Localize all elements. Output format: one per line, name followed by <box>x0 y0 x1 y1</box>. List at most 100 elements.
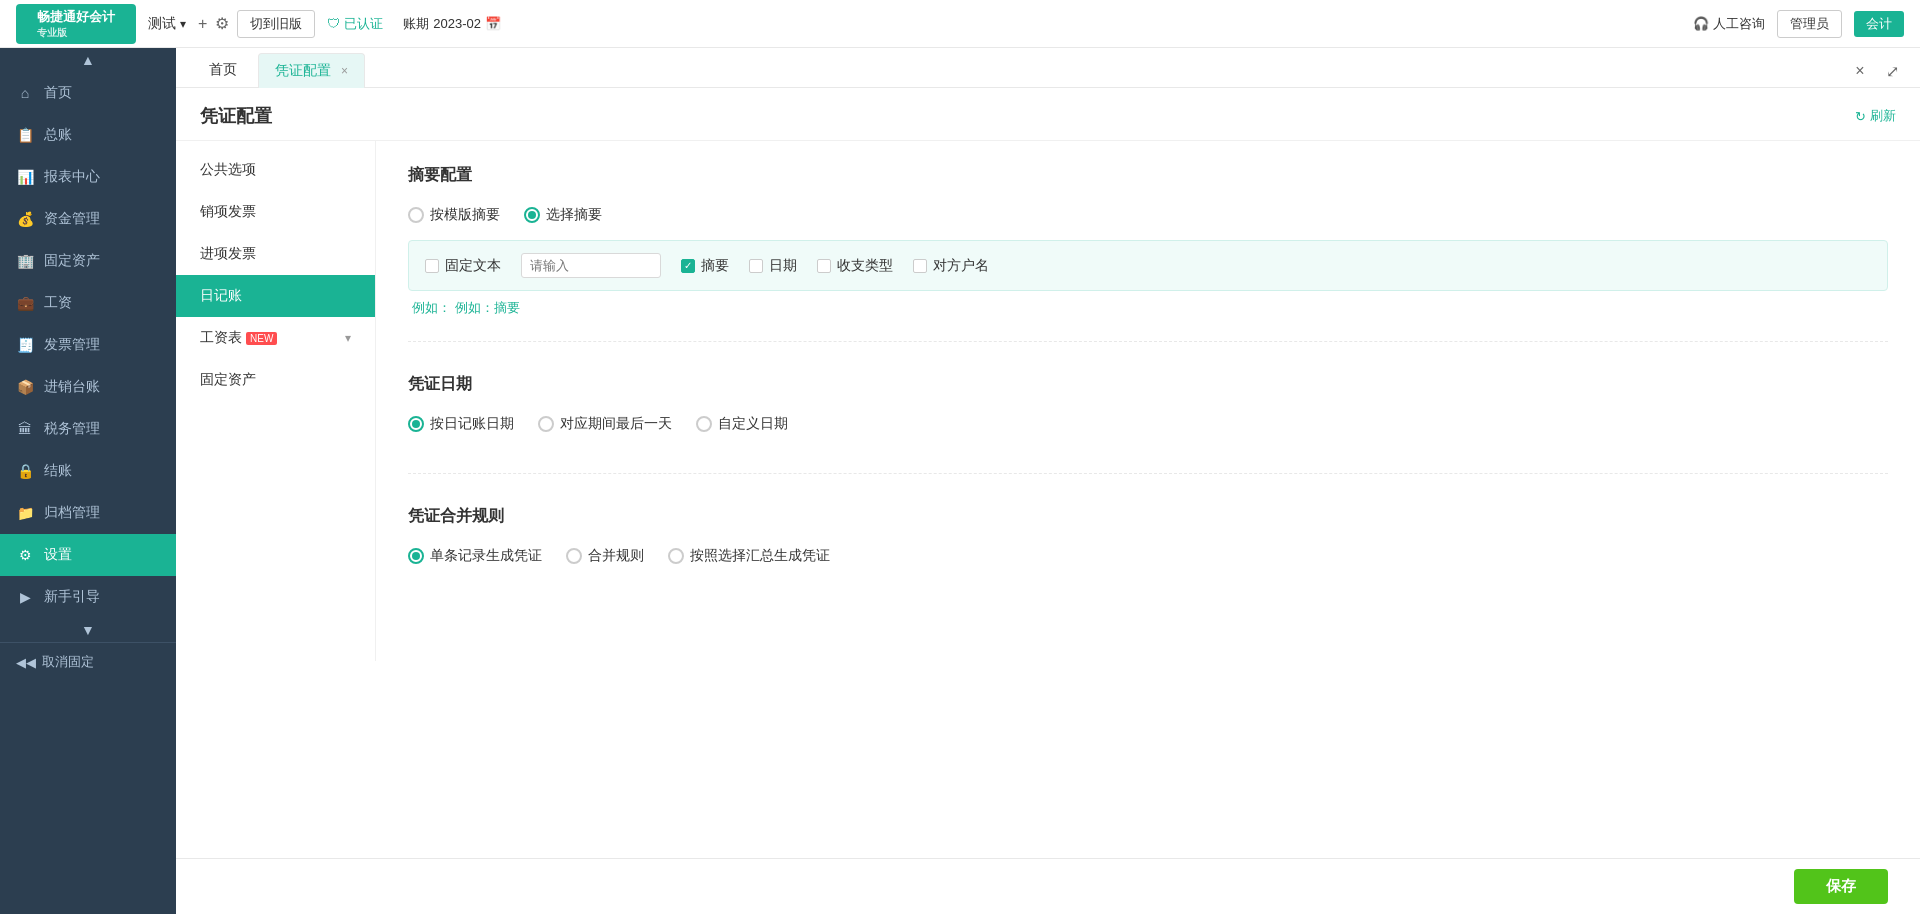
left-nav-item-purchase-invoice[interactable]: 进项发票 <box>176 233 375 275</box>
checkbox-summary-box: ✓ <box>681 259 695 273</box>
checkbox-summary[interactable]: ✓ 摘要 <box>681 257 729 275</box>
sidebar-item-label: 结账 <box>44 462 72 480</box>
radio-select-circle <box>524 207 540 223</box>
fixed-text-input[interactable] <box>521 253 661 278</box>
sidebar-item-label: 总账 <box>44 126 72 144</box>
radio-single-label: 单条记录生成凭证 <box>430 547 542 565</box>
sidebar-item-salary[interactable]: 💼 工资 <box>0 282 176 324</box>
sidebar-scroll-down[interactable]: ▼ <box>0 618 176 642</box>
tab-home[interactable]: 首页 <box>192 52 254 87</box>
project-selector[interactable]: 测试 ▾ <box>148 15 186 33</box>
window-close-button[interactable]: × <box>1848 59 1872 83</box>
role-button[interactable]: 会计 <box>1854 11 1904 37</box>
sidebar-item-ledger[interactable]: 📋 总账 <box>0 114 176 156</box>
page-inner: 凭证配置 ↻ 刷新 公共选项 销项发票 进项发票 日记账 <box>176 88 1920 858</box>
period-text: 账期 <box>403 15 429 33</box>
sidebar-item-archive[interactable]: 📁 归档管理 <box>0 492 176 534</box>
topbar-right: 🎧 人工咨询 管理员 会计 <box>1693 10 1904 38</box>
left-nav-item-public[interactable]: 公共选项 <box>176 149 375 191</box>
logo-line2: 专业版 <box>37 26 115 40</box>
radio-select-merge-label: 按照选择汇总生成凭证 <box>690 547 830 565</box>
example-text: 例如： 例如：摘要 <box>408 299 1888 317</box>
calendar-icon[interactable]: 📅 <box>485 16 501 31</box>
sidebar-item-label: 固定资产 <box>44 252 100 270</box>
service-label: 人工咨询 <box>1713 15 1765 33</box>
radio-single-circle <box>408 548 424 564</box>
checkbox-date-box <box>749 259 763 273</box>
radio-merge-rule-label: 合并规则 <box>588 547 644 565</box>
refresh-icon: ↻ <box>1855 109 1866 124</box>
sidebar-item-assets[interactable]: 🏢 固定资产 <box>0 240 176 282</box>
sidebar-item-label: 报表中心 <box>44 168 100 186</box>
sidebar-item-guide[interactable]: ▶ 新手引导 <box>0 576 176 618</box>
left-nav-item-payroll[interactable]: 工资表NEW ▾ <box>176 317 375 359</box>
sales-icon: 📦 <box>16 378 34 396</box>
sidebar-item-close[interactable]: 🔒 结账 <box>0 450 176 492</box>
sidebar-item-home[interactable]: ⌂ 首页 <box>0 72 176 114</box>
sidebar-item-label: 归档管理 <box>44 504 100 522</box>
settings-icon[interactable]: ⚙ <box>215 14 229 33</box>
cancel-fixed-button[interactable]: ◀◀ 取消固定 <box>0 642 176 681</box>
checkbox-fixed-text-label: 固定文本 <box>445 257 501 275</box>
save-button[interactable]: 保存 <box>1794 869 1888 904</box>
sidebar-item-tax[interactable]: 🏛 税务管理 <box>0 408 176 450</box>
reports-icon: 📊 <box>16 168 34 186</box>
left-nav-item-sales-invoice[interactable]: 销项发票 <box>176 191 375 233</box>
radio-merge-rule[interactable]: 合并规则 <box>566 547 644 565</box>
checkbox-counterpart-box <box>913 259 927 273</box>
project-name: 测试 <box>148 15 176 33</box>
payroll-row: 工资表NEW ▾ <box>200 329 351 347</box>
add-icon[interactable]: + <box>198 15 207 33</box>
certified-badge: 🛡 已认证 <box>327 15 383 33</box>
bottom-bar: 保存 <box>176 858 1920 914</box>
page-content: 凭证配置 ↻ 刷新 公共选项 销项发票 进项发票 日记账 <box>176 88 1920 858</box>
radio-journal-date[interactable]: 按日记账日期 <box>408 415 514 433</box>
ledger-icon: 📋 <box>16 126 34 144</box>
sidebar-item-reports[interactable]: 📊 报表中心 <box>0 156 176 198</box>
page-wrapper: 凭证配置 ↻ 刷新 公共选项 销项发票 进项发票 日记账 <box>176 88 1920 914</box>
tab-voucher-label: 凭证配置 <box>275 62 331 78</box>
checkbox-counterpart-label: 对方户名 <box>933 257 989 275</box>
service-button[interactable]: 🎧 人工咨询 <box>1693 15 1765 33</box>
sidebar-scroll-up[interactable]: ▲ <box>0 48 176 72</box>
user-button[interactable]: 管理员 <box>1777 10 1842 38</box>
fullscreen-button[interactable]: ⤢ <box>1880 59 1904 83</box>
radio-custom-date-label: 自定义日期 <box>718 415 788 433</box>
sidebar-item-invoice[interactable]: 🧾 发票管理 <box>0 324 176 366</box>
refresh-button[interactable]: ↻ 刷新 <box>1855 107 1896 125</box>
checkbox-income-type-label: 收支类型 <box>837 257 893 275</box>
period-display: 账期 2023-02 📅 <box>403 15 501 33</box>
checkbox-income-type[interactable]: 收支类型 <box>817 257 893 275</box>
switch-version-button[interactable]: 切到旧版 <box>237 10 315 38</box>
tab-home-label: 首页 <box>209 61 237 77</box>
sidebar-item-label: 税务管理 <box>44 420 100 438</box>
checkbox-counterpart[interactable]: 对方户名 <box>913 257 989 275</box>
radio-select-merge[interactable]: 按照选择汇总生成凭证 <box>668 547 830 565</box>
radio-single[interactable]: 单条记录生成凭证 <box>408 547 542 565</box>
left-nav-item-fixed-assets[interactable]: 固定资产 <box>176 359 375 401</box>
tabbar-right: × ⤢ <box>1848 59 1904 87</box>
tab-close-icon[interactable]: × <box>341 64 348 78</box>
radio-select[interactable]: 选择摘要 <box>524 206 602 224</box>
checkbox-fixed-text[interactable]: 固定文本 <box>425 257 501 275</box>
radio-template-label: 按模版摘要 <box>430 206 500 224</box>
sidebar-item-settings[interactable]: ⚙ 设置 <box>0 534 176 576</box>
voucher-merge-radio-group: 单条记录生成凭证 合并规则 按照选择汇总生成凭证 <box>408 547 1888 565</box>
voucher-date-radio-group: 按日记账日期 对应期间最后一天 自定义日期 <box>408 415 1888 433</box>
radio-template[interactable]: 按模版摘要 <box>408 206 500 224</box>
payroll-label: 工资表NEW <box>200 329 277 347</box>
checkbox-date[interactable]: 日期 <box>749 257 797 275</box>
left-nav-item-journal[interactable]: 日记账 <box>176 275 375 317</box>
radio-custom-date[interactable]: 自定义日期 <box>696 415 788 433</box>
example-prefix: 例如： <box>412 300 451 315</box>
certified-label: 已认证 <box>344 15 383 33</box>
sidebar-item-label: 发票管理 <box>44 336 100 354</box>
salary-icon: 💼 <box>16 294 34 312</box>
page-header: 凭证配置 ↻ 刷新 <box>176 88 1920 141</box>
sidebar-item-capital[interactable]: 💰 资金管理 <box>0 198 176 240</box>
topbar: 畅捷通好会计 专业版 测试 ▾ + ⚙ 切到旧版 🛡 已认证 账期 2023-0… <box>0 0 1920 48</box>
radio-period-last[interactable]: 对应期间最后一天 <box>538 415 672 433</box>
sidebar-item-sales[interactable]: 📦 进销台账 <box>0 366 176 408</box>
shield-icon: 🛡 <box>327 16 340 31</box>
tab-voucher-config[interactable]: 凭证配置 × <box>258 53 365 88</box>
